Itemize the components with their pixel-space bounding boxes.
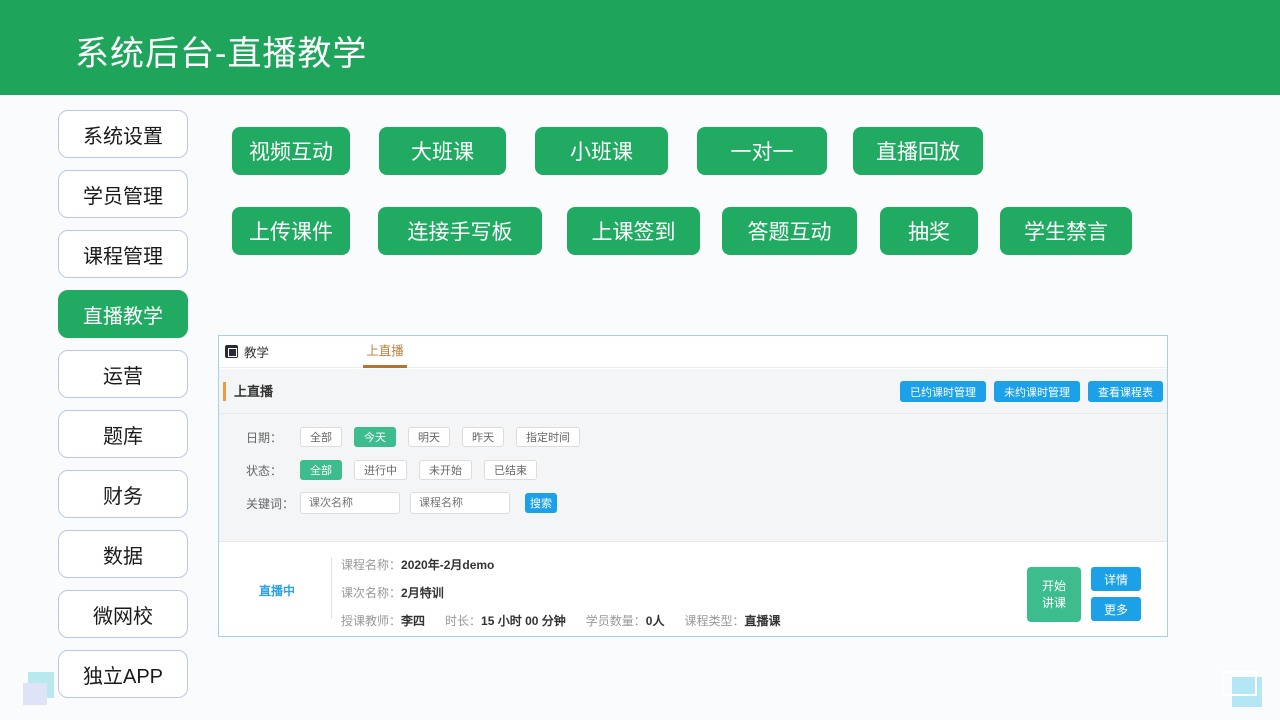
date-option-tomorrow[interactable]: 明天 bbox=[408, 427, 450, 447]
feature-mute-students[interactable]: 学生禁言 bbox=[1000, 207, 1132, 255]
feature-upload-courseware[interactable]: 上传课件 bbox=[232, 207, 350, 255]
teacher-label: 授课教师： bbox=[341, 612, 401, 629]
feature-large-class[interactable]: 大班课 bbox=[379, 127, 506, 175]
duration-meta: 时长： 15 小时 00 分钟 bbox=[445, 612, 566, 629]
keyword-filter-label: 关键词： bbox=[246, 495, 294, 512]
page-title: 系统后台-直播教学 bbox=[75, 26, 367, 75]
teacher-value: 李四 bbox=[401, 612, 425, 629]
student-count-value: 0人 bbox=[646, 612, 665, 629]
course-details: 课程名称： 2020年-2月demo 课次名称： 2月特训 授课教师： 李四 时… bbox=[341, 550, 800, 634]
lesson-name-value: 2月特训 bbox=[401, 584, 444, 601]
course-row: 直播中 课程名称： 2020年-2月demo 课次名称： 2月特训 授课教师： … bbox=[219, 541, 1167, 636]
sidebar-item-student-management[interactable]: 学员管理 bbox=[58, 170, 188, 218]
search-button[interactable]: 搜索 bbox=[525, 493, 557, 513]
date-option-custom[interactable]: 指定时间 bbox=[516, 427, 580, 447]
decor-square-lavender-left bbox=[23, 683, 47, 705]
date-filter-row: 日期： 全部 今天 明天 昨天 指定时间 bbox=[246, 427, 1167, 447]
section-header: 上直播 已约课时管理 未约课时管理 查看课程表 bbox=[219, 369, 1167, 414]
feature-row-1: 视频互动 大班课 小班课 一对一 直播回放 bbox=[232, 127, 1132, 175]
panel-tabbar: 教学 上直播 bbox=[219, 336, 1167, 368]
date-option-yesterday[interactable]: 昨天 bbox=[462, 427, 504, 447]
sidebar: 系统设置 学员管理 课程管理 直播教学 运营 题库 财务 数据 微网校 独立AP… bbox=[58, 110, 188, 710]
section-actions: 已约课时管理 未约课时管理 查看课程表 bbox=[892, 381, 1163, 402]
more-button[interactable]: 更多 bbox=[1091, 597, 1141, 621]
sidebar-item-system-settings[interactable]: 系统设置 bbox=[58, 110, 188, 158]
teacher-meta: 授课教师： 李四 bbox=[341, 612, 425, 629]
teaching-logo-icon bbox=[225, 345, 238, 358]
course-meta-line: 授课教师： 李四 时长： 15 小时 00 分钟 学员数量： 0人 课程类型： … bbox=[341, 606, 800, 634]
live-class-panel: 教学 上直播 上直播 已约课时管理 未约课时管理 查看课程表 日期： 全部 今天… bbox=[218, 335, 1168, 637]
detail-button[interactable]: 详情 bbox=[1091, 567, 1141, 591]
feature-buttons: 视频互动 大班课 小班课 一对一 直播回放 上传课件 连接手写板 上课签到 答题… bbox=[232, 127, 1132, 287]
sidebar-item-course-management[interactable]: 课程管理 bbox=[58, 230, 188, 278]
start-teaching-button[interactable]: 开始讲课 bbox=[1027, 567, 1081, 622]
date-filter-label: 日期： bbox=[246, 429, 294, 446]
feature-class-checkin[interactable]: 上课签到 bbox=[567, 207, 700, 255]
sidebar-item-standalone-app[interactable]: 独立APP bbox=[58, 650, 188, 698]
section-title: 上直播 bbox=[234, 369, 273, 414]
sidebar-item-data[interactable]: 数据 bbox=[58, 530, 188, 578]
feature-connect-tablet[interactable]: 连接手写板 bbox=[378, 207, 542, 255]
course-name-input[interactable] bbox=[410, 492, 510, 514]
duration-label: 时长： bbox=[445, 612, 481, 629]
course-name-label: 课程名称： bbox=[341, 556, 401, 573]
page-header: 系统后台-直播教学 bbox=[0, 0, 1280, 95]
feature-quiz-interaction[interactable]: 答题互动 bbox=[722, 207, 857, 255]
panel-body: 上直播 已约课时管理 未约课时管理 查看课程表 日期： 全部 今天 明天 昨天 … bbox=[219, 369, 1167, 541]
course-type-label: 课程类型： bbox=[684, 612, 744, 629]
tab-active-underline bbox=[363, 365, 407, 368]
orange-accent-bar bbox=[223, 382, 226, 401]
filter-area: 日期： 全部 今天 明天 昨天 指定时间 状态： 全部 进行中 未开始 已结束 … bbox=[219, 414, 1167, 513]
app-label: 教学 bbox=[244, 342, 269, 361]
sidebar-item-finance[interactable]: 财务 bbox=[58, 470, 188, 518]
status-filter-row: 状态： 全部 进行中 未开始 已结束 bbox=[246, 460, 1167, 480]
feature-row-2: 上传课件 连接手写板 上课签到 答题互动 抽奖 学生禁言 bbox=[232, 207, 1132, 255]
sidebar-item-operations[interactable]: 运营 bbox=[58, 350, 188, 398]
status-option-not-started[interactable]: 未开始 bbox=[419, 460, 472, 480]
status-filter-label: 状态： bbox=[246, 462, 294, 479]
lesson-name-line: 课次名称： 2月特训 bbox=[341, 578, 800, 606]
decor-square-outline-right bbox=[1222, 671, 1257, 696]
student-count-meta: 学员数量： 0人 bbox=[586, 612, 665, 629]
row-divider bbox=[331, 557, 332, 619]
live-status-badge: 直播中 bbox=[259, 582, 295, 599]
sidebar-item-micro-school[interactable]: 微网校 bbox=[58, 590, 188, 638]
student-count-label: 学员数量： bbox=[586, 612, 646, 629]
keyword-filter-row: 关键词： 搜索 bbox=[246, 493, 1167, 513]
lesson-name-input[interactable] bbox=[300, 492, 400, 514]
course-name-line: 课程名称： 2020年-2月demo bbox=[341, 550, 800, 578]
date-option-today[interactable]: 今天 bbox=[354, 427, 396, 447]
duration-value: 15 小时 00 分钟 bbox=[481, 612, 566, 629]
feature-one-on-one[interactable]: 一对一 bbox=[697, 127, 827, 175]
feature-lottery[interactable]: 抽奖 bbox=[880, 207, 978, 255]
sidebar-item-question-bank[interactable]: 题库 bbox=[58, 410, 188, 458]
tab-go-live[interactable]: 上直播 bbox=[363, 336, 407, 367]
unbooked-lessons-button[interactable]: 未约课时管理 bbox=[994, 381, 1080, 402]
course-name-value: 2020年-2月demo bbox=[401, 556, 494, 573]
status-option-ongoing[interactable]: 进行中 bbox=[354, 460, 407, 480]
course-type-value: 直播课 bbox=[744, 612, 780, 629]
course-type-meta: 课程类型： 直播课 bbox=[684, 612, 780, 629]
sidebar-item-live-teaching[interactable]: 直播教学 bbox=[58, 290, 188, 338]
status-option-all[interactable]: 全部 bbox=[300, 460, 342, 480]
date-option-all[interactable]: 全部 bbox=[300, 427, 342, 447]
feature-live-replay[interactable]: 直播回放 bbox=[853, 127, 983, 175]
view-timetable-button[interactable]: 查看课程表 bbox=[1088, 381, 1163, 402]
feature-small-class[interactable]: 小班课 bbox=[535, 127, 668, 175]
status-option-ended[interactable]: 已结束 bbox=[484, 460, 537, 480]
lesson-name-label: 课次名称： bbox=[341, 584, 401, 601]
booked-lessons-button[interactable]: 已约课时管理 bbox=[900, 381, 986, 402]
feature-video-interaction[interactable]: 视频互动 bbox=[232, 127, 350, 175]
